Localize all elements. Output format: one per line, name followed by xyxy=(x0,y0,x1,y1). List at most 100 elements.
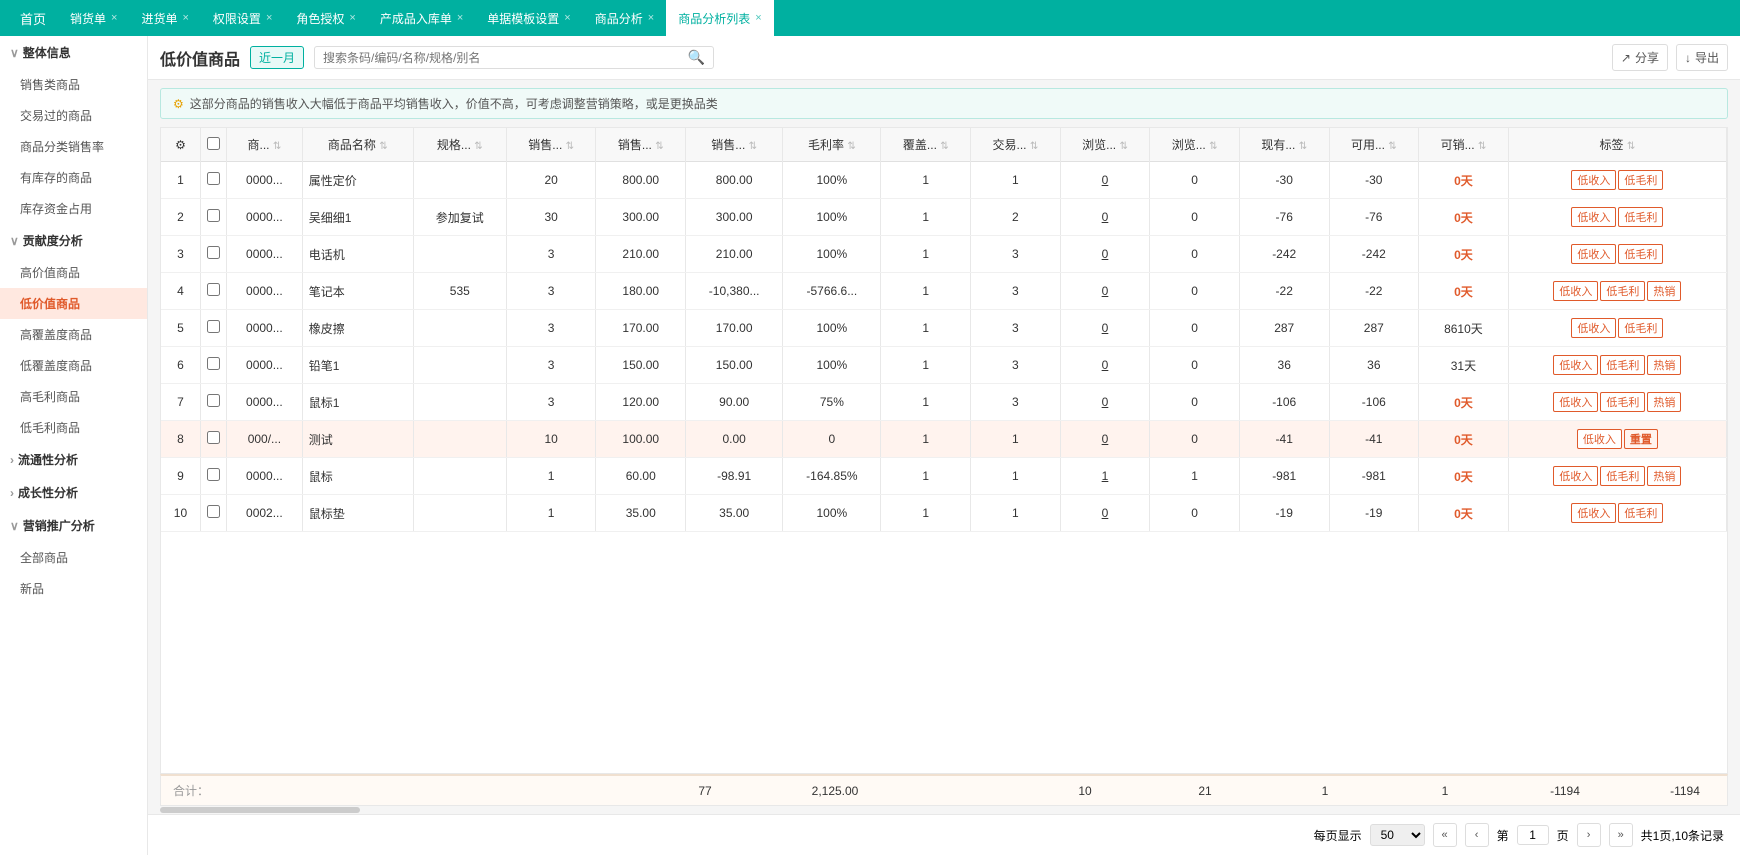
row-checkbox-cell[interactable] xyxy=(200,495,226,532)
row-checkbox-cell[interactable] xyxy=(200,458,226,495)
col-s3[interactable]: 销售... ⇅ xyxy=(686,128,783,162)
row-checkbox-cell[interactable] xyxy=(200,162,226,199)
sidebar-item-sales-products[interactable]: 销售类商品 xyxy=(0,69,147,100)
share-button[interactable]: ↗ 分享 xyxy=(1612,44,1668,71)
current-page-input[interactable] xyxy=(1517,825,1549,845)
sidebar-item-category-rate[interactable]: 商品分类销售率 xyxy=(0,131,147,162)
row-browse1[interactable]: 0 xyxy=(1060,495,1150,532)
col-days[interactable]: 可销... ⇅ xyxy=(1419,128,1509,162)
sidebar-section-overall[interactable]: ∨ 整体信息 xyxy=(0,36,147,69)
row-checkbox[interactable] xyxy=(207,505,220,518)
row-checkbox-cell[interactable] xyxy=(200,273,226,310)
nav-sales[interactable]: 销货单× xyxy=(58,0,129,36)
col-spec[interactable]: 规格... ⇅ xyxy=(413,128,506,162)
row-browse1[interactable]: 0 xyxy=(1060,162,1150,199)
horizontal-scrollbar[interactable] xyxy=(160,806,1728,814)
col-s1[interactable]: 销售... ⇅ xyxy=(506,128,596,162)
sidebar-item-high-value[interactable]: 高价值商品 xyxy=(0,257,147,288)
nav-role[interactable]: 角色授权× xyxy=(284,0,367,36)
row-days: 0天 xyxy=(1419,162,1509,199)
nav-analysis-list[interactable]: 商品分析列表× xyxy=(666,0,773,36)
row-code: 0000... xyxy=(226,458,302,495)
sidebar-item-low-margin[interactable]: 低毛利商品 xyxy=(0,412,147,443)
col-tags[interactable]: 标签 ⇅ xyxy=(1508,128,1726,162)
nav-permission[interactable]: 权限设置× xyxy=(201,0,284,36)
sidebar-item-traded-products[interactable]: 交易过的商品 xyxy=(0,100,147,131)
sidebar-item-inventory-fund[interactable]: 库存资金占用 xyxy=(0,193,147,224)
close-permission-tab[interactable]: × xyxy=(266,12,272,24)
next-page-button[interactable]: › xyxy=(1577,823,1601,847)
col-name[interactable]: 商品名称 ⇅ xyxy=(302,128,413,162)
table-row: 7 0000... 鼠标1 3 120.00 90.00 75% 1 3 0 0… xyxy=(161,384,1727,421)
nav-template[interactable]: 单据模板设置× xyxy=(475,0,582,36)
col-cover[interactable]: 覆盖... ⇅ xyxy=(881,128,971,162)
col-code[interactable]: 商... ⇅ xyxy=(226,128,302,162)
close-product-tab[interactable]: × xyxy=(457,12,463,24)
row-checkbox[interactable] xyxy=(207,431,220,444)
close-analysis-tab[interactable]: × xyxy=(648,12,654,24)
col-stock2[interactable]: 可用... ⇅ xyxy=(1329,128,1419,162)
sidebar-item-high-coverage[interactable]: 高覆盖度商品 xyxy=(0,319,147,350)
col-profit[interactable]: 毛利率 ⇅ xyxy=(783,128,881,162)
col-checkbox[interactable] xyxy=(200,128,226,162)
row-checkbox-cell[interactable] xyxy=(200,236,226,273)
nav-product-stock[interactable]: 产成品入库单× xyxy=(368,0,475,36)
filter-period-button[interactable]: 近一月 xyxy=(250,46,304,69)
close-analysis-list-tab[interactable]: × xyxy=(755,12,761,24)
row-checkbox[interactable] xyxy=(207,468,220,481)
row-browse1[interactable]: 0 xyxy=(1060,273,1150,310)
row-browse1[interactable]: 1 xyxy=(1060,458,1150,495)
sidebar-section-flow[interactable]: › 流通性分析 xyxy=(0,443,147,476)
sidebar-item-stock-products[interactable]: 有库存的商品 xyxy=(0,162,147,193)
col-s2[interactable]: 销售... ⇅ xyxy=(596,128,686,162)
row-browse1[interactable]: 0 xyxy=(1060,199,1150,236)
sidebar-item-high-margin[interactable]: 高毛利商品 xyxy=(0,381,147,412)
sidebar-item-new-products[interactable]: 新品 xyxy=(0,573,147,604)
last-page-button[interactable]: » xyxy=(1609,823,1633,847)
sidebar-section-growth[interactable]: › 成长性分析 xyxy=(0,476,147,509)
row-checkbox[interactable] xyxy=(207,283,220,296)
close-sales-tab[interactable]: × xyxy=(111,12,117,24)
row-checkbox[interactable] xyxy=(207,320,220,333)
page-size-select[interactable]: 50 20 100 xyxy=(1370,824,1425,846)
col-stock1[interactable]: 现有... ⇅ xyxy=(1239,128,1329,162)
row-checkbox-cell[interactable] xyxy=(200,310,226,347)
row-checkbox[interactable] xyxy=(207,394,220,407)
select-all-checkbox[interactable] xyxy=(207,137,220,150)
row-checkbox-cell[interactable] xyxy=(200,421,226,458)
col-browse1[interactable]: 浏览... ⇅ xyxy=(1060,128,1150,162)
close-template-tab[interactable]: × xyxy=(564,12,570,24)
export-button[interactable]: ↓ 导出 xyxy=(1676,44,1728,71)
row-browse1[interactable]: 0 xyxy=(1060,384,1150,421)
search-icon[interactable]: 🔍 xyxy=(688,49,705,66)
sidebar-item-all-products[interactable]: 全部商品 xyxy=(0,542,147,573)
col-trade[interactable]: 交易... ⇅ xyxy=(971,128,1061,162)
sidebar-section-contribution[interactable]: ∨ 贡献度分析 xyxy=(0,224,147,257)
close-purchase-tab[interactable]: × xyxy=(182,12,188,24)
row-checkbox[interactable] xyxy=(207,209,220,222)
search-input[interactable] xyxy=(323,51,688,65)
row-browse1[interactable]: 0 xyxy=(1060,310,1150,347)
nav-purchase[interactable]: 进货单× xyxy=(129,0,200,36)
row-checkbox[interactable] xyxy=(207,246,220,259)
nav-analysis[interactable]: 商品分析× xyxy=(583,0,666,36)
row-stock2: -19 xyxy=(1329,495,1419,532)
row-checkbox-cell[interactable] xyxy=(200,199,226,236)
col-browse2[interactable]: 浏览... ⇅ xyxy=(1150,128,1240,162)
scrollbar-thumb[interactable] xyxy=(160,807,360,813)
row-browse1[interactable]: 0 xyxy=(1060,347,1150,384)
sidebar-item-low-value[interactable]: 低价值商品 xyxy=(0,288,147,319)
prev-page-button[interactable]: ‹ xyxy=(1465,823,1489,847)
row-checkbox-cell[interactable] xyxy=(200,347,226,384)
row-checkbox-cell[interactable] xyxy=(200,384,226,421)
row-browse1[interactable]: 0 xyxy=(1060,421,1150,458)
first-page-button[interactable]: « xyxy=(1433,823,1457,847)
sidebar-section-marketing[interactable]: ∨ 营销推广分析 xyxy=(0,509,147,542)
close-role-tab[interactable]: × xyxy=(349,12,355,24)
sidebar-item-low-coverage[interactable]: 低覆盖度商品 xyxy=(0,350,147,381)
row-browse1[interactable]: 0 xyxy=(1060,236,1150,273)
nav-home[interactable]: 首页 xyxy=(8,0,58,36)
row-checkbox[interactable] xyxy=(207,357,220,370)
col-settings[interactable]: ⚙ xyxy=(161,128,200,162)
row-checkbox[interactable] xyxy=(207,172,220,185)
